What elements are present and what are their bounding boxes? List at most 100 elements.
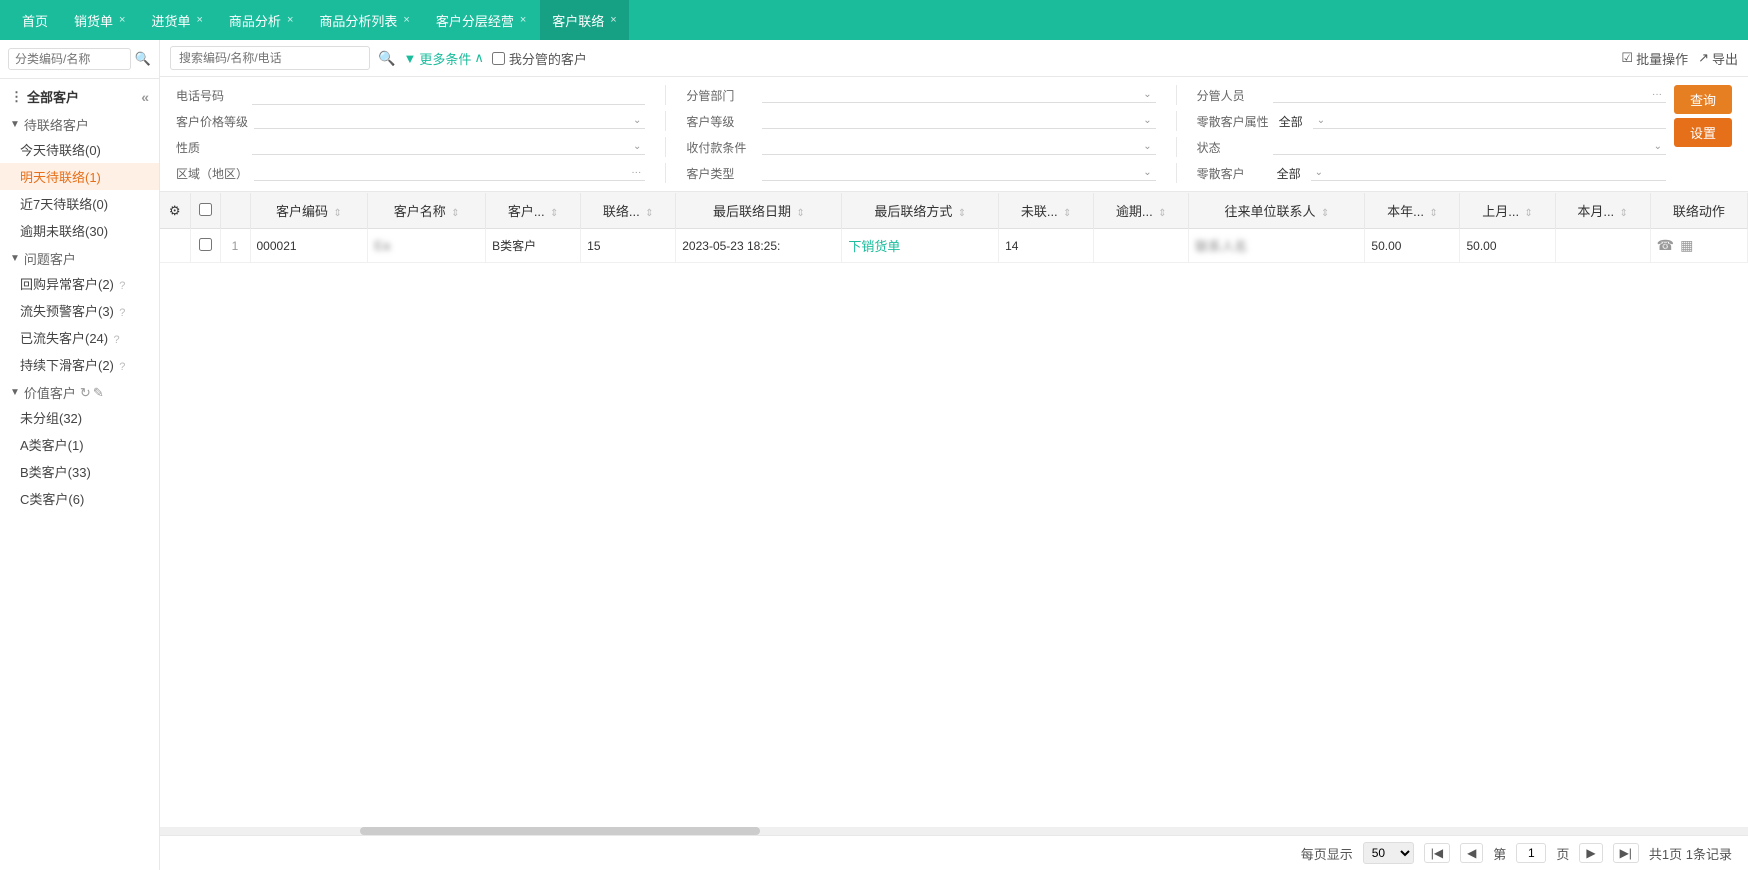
help-icon[interactable]: ? — [113, 334, 119, 346]
row-checkbox[interactable] — [199, 238, 212, 251]
my-customers-checkbox-label[interactable]: 我分管的客户 — [492, 49, 587, 68]
nav-product-analysis[interactable]: 商品分析 × — [217, 0, 305, 40]
select-all-checkbox[interactable] — [199, 203, 212, 216]
nav-customer-tier[interactable]: 客户分层经营 × — [424, 0, 538, 40]
sort-icon[interactable]: ⇕ — [1524, 208, 1532, 219]
page-label: 第 — [1493, 844, 1506, 863]
call-icon[interactable]: ☎ — [1657, 237, 1674, 254]
nav-sales-order[interactable]: 销货单 × — [62, 0, 137, 40]
help-icon[interactable]: ? — [119, 361, 125, 373]
close-icon[interactable]: × — [196, 14, 202, 26]
divider — [1176, 163, 1177, 183]
my-customers-checkbox[interactable] — [492, 52, 505, 65]
sidebar-item-tomorrow-contact[interactable]: 明天待联络(1) — [0, 163, 159, 190]
nav-product-analysis-list[interactable]: 商品分析列表 × — [307, 0, 421, 40]
contact-method-link[interactable]: 下销货单 — [848, 239, 900, 254]
filter-customer-grade-select[interactable]: ⌄ — [762, 113, 1155, 129]
filter-customer-type-label: 客户类型 — [686, 165, 756, 182]
filter-dept-label: 分管部门 — [686, 87, 756, 104]
settings-icon[interactable]: ⚙ — [169, 203, 181, 218]
filter-row-3: 性质 ⌄ 收付款条件 ⌄ — [176, 137, 1666, 157]
help-icon[interactable]: ? — [119, 307, 125, 319]
prev-page-button[interactable]: ◀ — [1460, 843, 1483, 863]
th-overdue: 逾期... ⇕ — [1094, 193, 1189, 229]
sidebar-item-class-c[interactable]: C类客户(6) — [0, 485, 159, 512]
export-button[interactable]: ↗ 导出 — [1698, 49, 1738, 68]
per-page-select[interactable]: 50 100 200 — [1363, 842, 1414, 864]
close-icon[interactable]: × — [520, 14, 526, 26]
filter-status-select[interactable]: ⌄ — [1273, 139, 1666, 155]
search-button[interactable]: 🔍 — [378, 50, 395, 67]
toolbar-right-actions: ☑ 批量操作 ↗ 导出 — [1621, 49, 1738, 68]
close-icon[interactable]: × — [403, 14, 409, 26]
filter-dept-select[interactable]: ⌄ — [762, 87, 1155, 103]
close-icon[interactable]: × — [287, 14, 293, 26]
sort-icon[interactable]: ⇕ — [333, 208, 341, 219]
sidebar-item-today-contact[interactable]: 今天待联络(0) — [0, 136, 159, 163]
filter-phone-input[interactable] — [252, 86, 645, 105]
close-icon[interactable]: × — [119, 14, 125, 26]
search-input[interactable] — [170, 46, 370, 70]
sort-icon[interactable]: ⇕ — [451, 208, 459, 219]
set-button[interactable]: 设置 — [1674, 118, 1732, 147]
next-page-button[interactable]: ▶ — [1579, 843, 1602, 863]
sidebar-item-lost-customers[interactable]: 已流失客户(24) ? — [0, 324, 159, 351]
filter-retail-customer-sublabel: 全部 — [1277, 165, 1301, 182]
nav-home[interactable]: 首页 — [10, 0, 60, 40]
sort-icon[interactable]: ⇕ — [1321, 208, 1329, 219]
td-unlisted: 14 — [999, 229, 1094, 263]
filter-nature-select[interactable]: ⌄ — [252, 139, 645, 155]
divider — [1176, 137, 1177, 157]
sidebar-item-class-a[interactable]: A类客户(1) — [0, 431, 159, 458]
sort-icon[interactable]: ⇕ — [1063, 208, 1071, 219]
filter-person-select[interactable]: ··· — [1273, 87, 1666, 103]
batch-operation-button[interactable]: ☑ 批量操作 — [1621, 49, 1688, 68]
td-type: B类客户 — [486, 229, 581, 263]
nav-customer-contact[interactable]: 客户联络 × — [540, 0, 628, 40]
refresh-icon[interactable]: ↻ — [80, 385, 91, 401]
help-icon[interactable]: ? — [119, 280, 125, 292]
sidebar-item-class-b[interactable]: B类客户(33) — [0, 458, 159, 485]
qr-icon[interactable]: ▦ — [1680, 237, 1693, 254]
sort-icon[interactable]: ⇕ — [958, 208, 966, 219]
collapse-icon[interactable]: « — [141, 89, 149, 105]
filter-price-grade-select[interactable]: ⌄ — [254, 113, 645, 129]
search-icon[interactable]: 🔍 — [135, 51, 151, 67]
sort-icon[interactable]: ⇕ — [550, 208, 558, 219]
sidebar-item-overdue-contact[interactable]: 逾期未联络(30) — [0, 217, 159, 244]
scrollbar-thumb[interactable] — [360, 827, 760, 835]
more-conditions-button[interactable]: ▼ 更多条件 ∧ — [403, 49, 483, 68]
sort-icon[interactable]: ⇕ — [1158, 208, 1166, 219]
filter-payment: 收付款条件 ⌄ — [686, 139, 1155, 156]
sidebar-item-week-contact[interactable]: 近7天待联络(0) — [0, 190, 159, 217]
sidebar-all-customers-header[interactable]: ⋮ 全部客户 « — [0, 79, 159, 110]
filter-payment-select[interactable]: ⌄ — [762, 139, 1155, 155]
close-icon[interactable]: × — [610, 14, 616, 26]
sidebar-search-input[interactable] — [8, 48, 131, 70]
filter-retail-attr: 零散客户属性 全部 ⌄ — [1197, 113, 1666, 130]
sidebar-item-ungrouped[interactable]: 未分组(32) — [0, 404, 159, 431]
filter-retail-customer-select[interactable]: ⌄ — [1311, 165, 1666, 181]
horizontal-scrollbar[interactable] — [160, 827, 1748, 835]
sidebar-item-abnormal-repurchase[interactable]: 回购异常客户(2) ? — [0, 270, 159, 297]
filter-retail-attr-label: 零散客户属性 — [1197, 113, 1269, 130]
sidebar-item-lost-warning[interactable]: 流失预警客户(3) ? — [0, 297, 159, 324]
filter-customer-grade-label: 客户等级 — [686, 113, 756, 130]
sidebar-group-problem-customers: ▼ 问题客户 — [0, 244, 159, 270]
last-page-button[interactable]: ▶| — [1613, 843, 1639, 863]
query-button[interactable]: 查询 — [1674, 85, 1732, 114]
chevron-down-icon: ⌄ — [1143, 89, 1151, 100]
sort-icon[interactable]: ⇕ — [796, 208, 804, 219]
nav-purchase-order[interactable]: 进货单 × — [139, 0, 214, 40]
sort-icon[interactable]: ⇕ — [645, 208, 653, 219]
filter-region-select[interactable]: ··· — [254, 165, 645, 181]
sort-icon[interactable]: ⇕ — [1620, 208, 1628, 219]
sidebar-item-declining-customers[interactable]: 持续下滑客户(2) ? — [0, 351, 159, 378]
filter-retail-attr-select[interactable]: ⌄ — [1313, 113, 1666, 129]
filter-customer-type-select[interactable]: ⌄ — [762, 165, 1155, 181]
sort-icon[interactable]: ⇕ — [1429, 208, 1437, 219]
edit-icon[interactable]: ✎ — [93, 385, 104, 401]
page-number-input[interactable] — [1516, 843, 1546, 863]
first-page-button[interactable]: |◀ — [1424, 843, 1450, 863]
chevron-down-icon: ⌄ — [633, 115, 641, 126]
